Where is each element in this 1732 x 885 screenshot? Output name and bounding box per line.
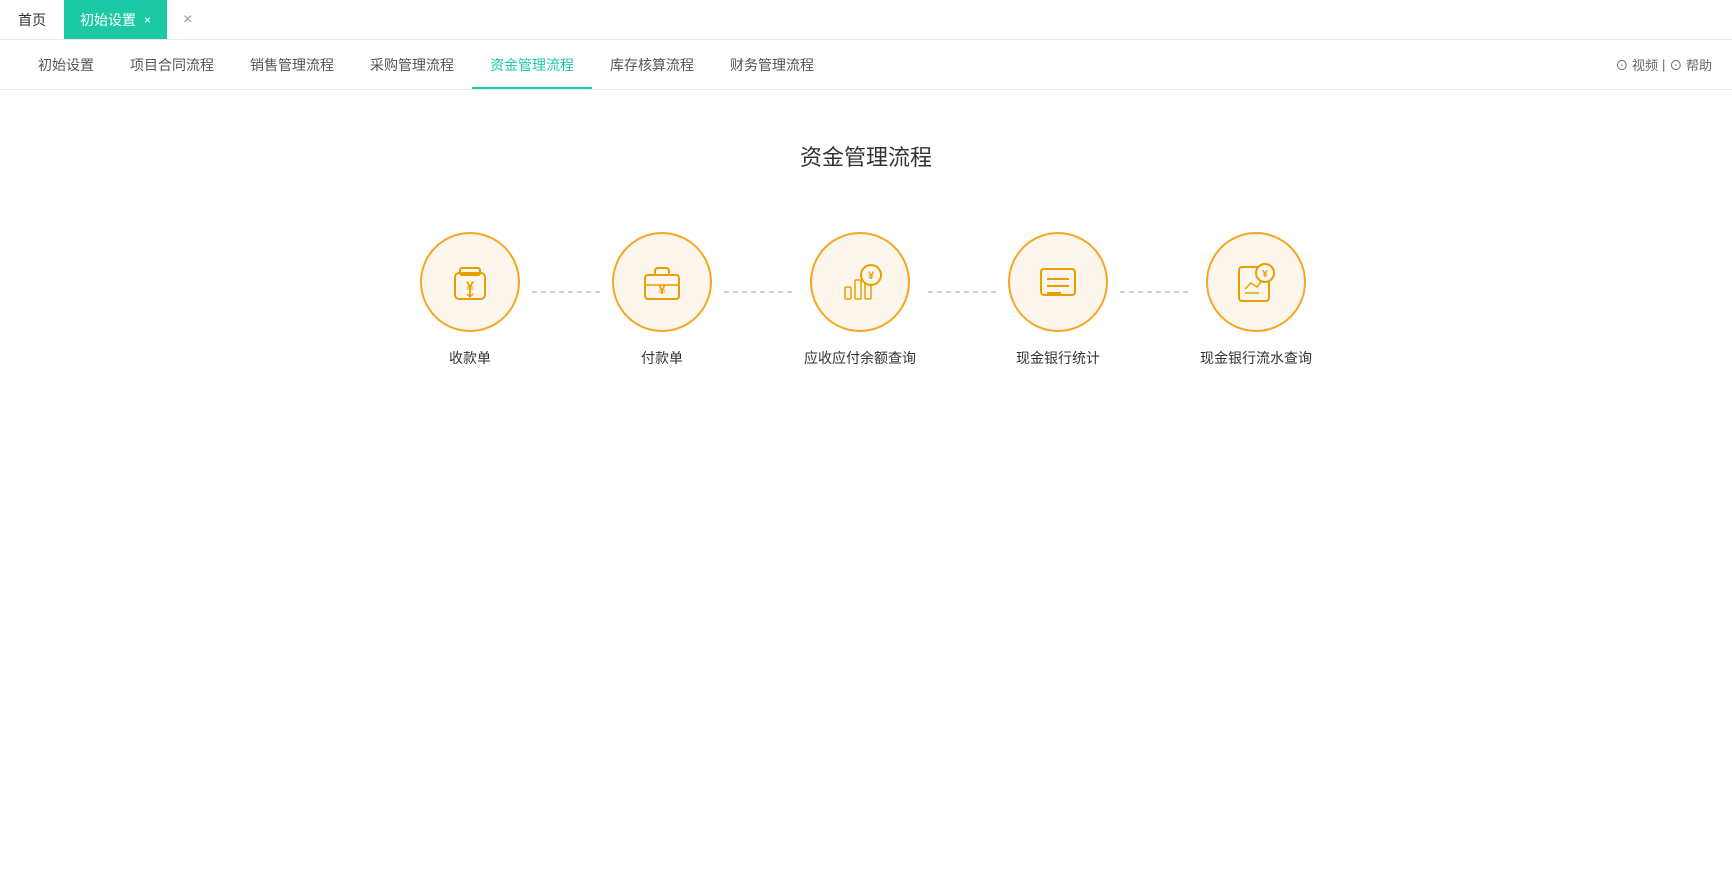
step-balance-label: 应收应付余额查询 xyxy=(804,348,916,368)
page-title: 资金管理流程 xyxy=(800,140,932,172)
connector-4 xyxy=(1108,291,1200,293)
home-label: 首页 xyxy=(18,10,46,30)
nav-item-purchase[interactable]: 采购管理流程 xyxy=(352,40,472,89)
tab-label: 初始设置 xyxy=(80,10,136,30)
video-link[interactable]: ⊙ 视频 xyxy=(1615,55,1658,74)
step-bank-stats[interactable]: 现金银行统计 xyxy=(1008,232,1108,368)
nav-right-controls: ⊙ 视频 | ⊙ 帮助 xyxy=(1615,55,1712,74)
flow-steps: ¥ 收款单 xyxy=(420,232,1312,368)
dots-2 xyxy=(724,291,792,293)
step-bank-flow-icon-wrap: ¥ xyxy=(1206,232,1306,332)
step-balance-icon-wrap: ¥ xyxy=(810,232,910,332)
receipt-yen-icon: ¥ xyxy=(445,257,495,307)
tab-close-icon[interactable]: × xyxy=(144,13,151,27)
dots-1 xyxy=(532,291,600,293)
nav-item-finance[interactable]: 财务管理流程 xyxy=(712,40,832,89)
svg-text:¥: ¥ xyxy=(1262,269,1268,280)
nav-item-inventory[interactable]: 库存核算流程 xyxy=(592,40,712,89)
home-tab[interactable]: 首页 xyxy=(0,0,64,39)
bank-flow-icon: ¥ xyxy=(1231,257,1281,307)
svg-text:¥: ¥ xyxy=(868,270,875,282)
step-receipt[interactable]: ¥ 收款单 xyxy=(420,232,520,368)
step-payment-icon-wrap: ¥ xyxy=(612,232,712,332)
step-receipt-label: 收款单 xyxy=(449,348,491,368)
step-receipt-icon-wrap: ¥ xyxy=(420,232,520,332)
nav-item-sales[interactable]: 销售管理流程 xyxy=(232,40,352,89)
nav-separator: | xyxy=(1662,57,1665,72)
step-bank-stats-label: 现金银行统计 xyxy=(1016,348,1100,368)
nav-item-project[interactable]: 项目合同流程 xyxy=(112,40,232,89)
svg-text:¥: ¥ xyxy=(658,282,666,297)
connector-2 xyxy=(712,291,804,293)
nav-item-funds[interactable]: 资金管理流程 xyxy=(472,40,592,89)
step-balance[interactable]: ¥ 应收应付余额查询 xyxy=(804,232,916,368)
main-content: 资金管理流程 ¥ 收款单 xyxy=(0,90,1732,368)
step-bank-stats-icon-wrap xyxy=(1008,232,1108,332)
payment-yen-icon: ¥ xyxy=(637,257,687,307)
help-link[interactable]: ⊙ 帮助 xyxy=(1669,55,1712,74)
dots-4 xyxy=(1120,291,1188,293)
step-payment[interactable]: ¥ 付款单 xyxy=(612,232,712,368)
bank-stats-icon xyxy=(1033,257,1083,307)
balance-query-icon: ¥ xyxy=(835,257,885,307)
window-close-button[interactable]: × xyxy=(167,11,208,29)
step-bank-flow[interactable]: ¥ 现金银行流水查询 xyxy=(1200,232,1312,368)
active-tab[interactable]: 初始设置 × xyxy=(64,0,167,39)
nav-bar: 初始设置 项目合同流程 销售管理流程 采购管理流程 资金管理流程 库存核算流程 … xyxy=(0,40,1732,90)
dots-3 xyxy=(928,291,996,293)
top-bar: 首页 初始设置 × × xyxy=(0,0,1732,40)
step-payment-label: 付款单 xyxy=(641,348,683,368)
connector-1 xyxy=(520,291,612,293)
connector-3 xyxy=(916,291,1008,293)
nav-item-initial[interactable]: 初始设置 xyxy=(20,40,112,89)
step-bank-flow-label: 现金银行流水查询 xyxy=(1200,348,1312,368)
